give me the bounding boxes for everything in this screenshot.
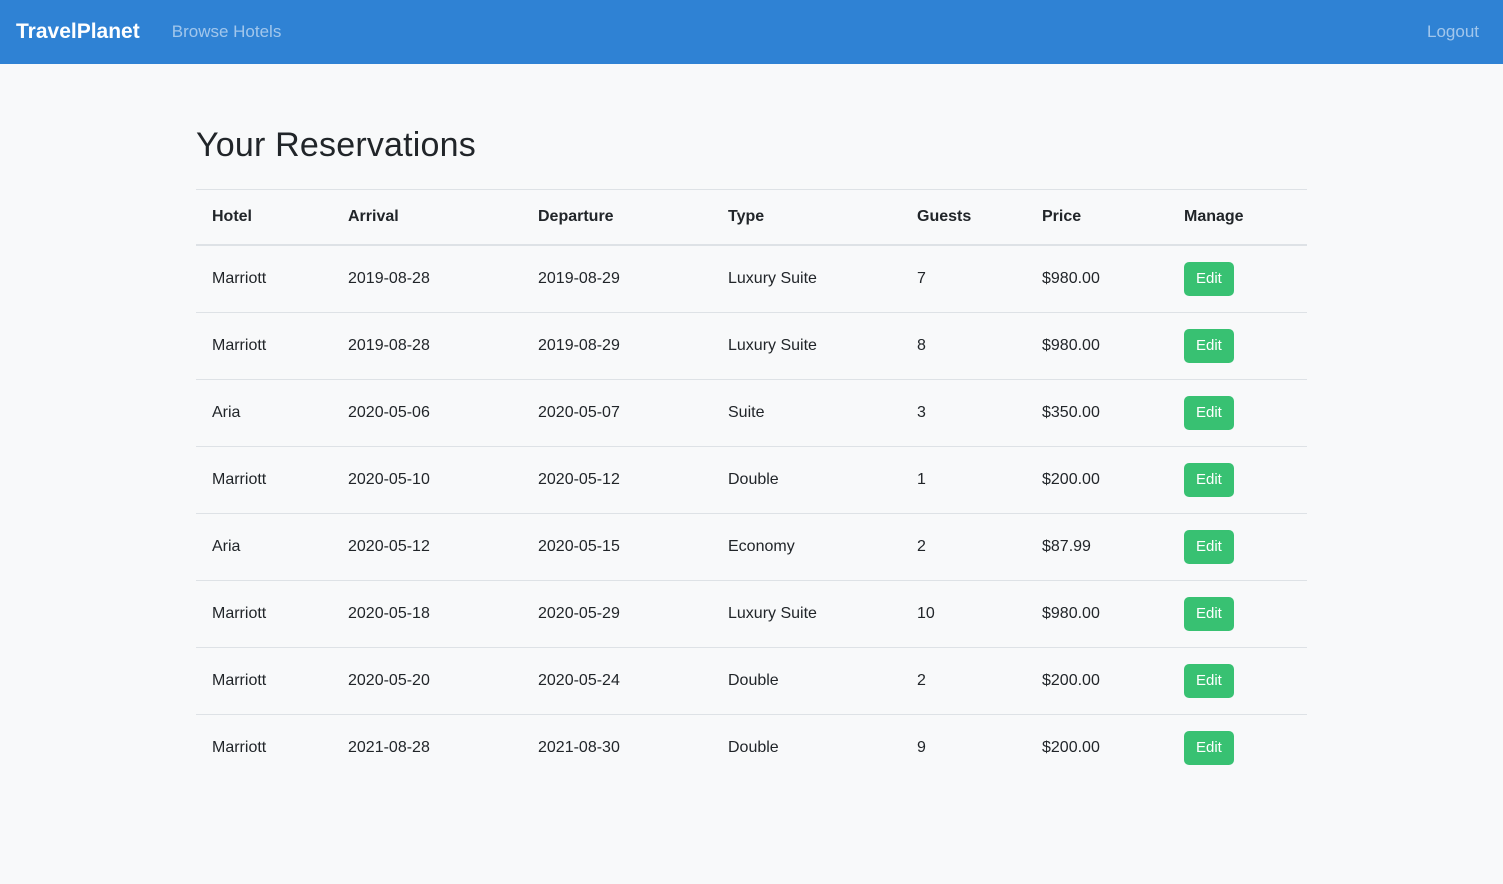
table-row: Marriott2019-08-282019-08-29Luxury Suite… <box>196 313 1307 380</box>
cell-hotel: Marriott <box>196 447 332 514</box>
table-row: Marriott2020-05-202020-05-24Double2$200.… <box>196 648 1307 715</box>
edit-button[interactable]: Edit <box>1184 664 1234 698</box>
cell-departure: 2020-05-29 <box>522 581 712 648</box>
edit-button[interactable]: Edit <box>1184 463 1234 497</box>
cell-hotel: Aria <box>196 514 332 581</box>
cell-guests: 3 <box>901 380 1026 447</box>
cell-guests: 8 <box>901 313 1026 380</box>
table-row: Marriott2021-08-282021-08-30Double9$200.… <box>196 715 1307 782</box>
table-row: Aria2020-05-062020-05-07Suite3$350.00 Edi… <box>196 380 1307 447</box>
cell-price: $200.00 <box>1026 648 1168 715</box>
cell-departure: 2019-08-29 <box>522 313 712 380</box>
cell-manage: Edit <box>1168 581 1307 648</box>
cell-arrival: 2020-05-18 <box>332 581 522 648</box>
edit-button[interactable]: Edit <box>1184 396 1234 430</box>
cell-price: $200.00 <box>1026 447 1168 514</box>
cell-manage: Edit <box>1168 447 1307 514</box>
table-header-row: Hotel Arrival Departure Type Guests Pric… <box>196 190 1307 246</box>
cell-manage: Edit <box>1168 648 1307 715</box>
cell-arrival: 2020-05-06 <box>332 380 522 447</box>
cell-hotel: Marriott <box>196 648 332 715</box>
cell-departure: 2020-05-12 <box>522 447 712 514</box>
cell-type: Double <box>712 715 901 782</box>
cell-departure: 2020-05-15 <box>522 514 712 581</box>
cell-type: Double <box>712 447 901 514</box>
cell-type: Double <box>712 648 901 715</box>
cell-hotel: Marriott <box>196 581 332 648</box>
cell-type: Economy <box>712 514 901 581</box>
cell-manage: Edit <box>1168 313 1307 380</box>
cell-price: $87.99 <box>1026 514 1168 581</box>
column-header-manage: Manage <box>1168 190 1307 246</box>
cell-price: $980.00 <box>1026 313 1168 380</box>
edit-button[interactable]: Edit <box>1184 597 1234 631</box>
column-header-price: Price <box>1026 190 1168 246</box>
table-row: Aria2020-05-122020-05-15Economy2$87.99 Ed… <box>196 514 1307 581</box>
cell-guests: 7 <box>901 245 1026 313</box>
cell-guests: 1 <box>901 447 1026 514</box>
cell-type: Luxury Suite <box>712 245 901 313</box>
cell-hotel: Marriott <box>196 715 332 782</box>
cell-departure: 2021-08-30 <box>522 715 712 782</box>
cell-guests: 10 <box>901 581 1026 648</box>
edit-button[interactable]: Edit <box>1184 530 1234 564</box>
cell-departure: 2020-05-24 <box>522 648 712 715</box>
table-header: Hotel Arrival Departure Type Guests Pric… <box>196 190 1307 246</box>
navbar-links-left: Browse Hotels <box>164 22 290 42</box>
navbar: TravelPlanet Browse Hotels Logout <box>0 0 1503 64</box>
reservations-body: Marriott2019-08-282019-08-29Luxury Suite… <box>196 245 1307 781</box>
cell-guests: 9 <box>901 715 1026 782</box>
cell-type: Luxury Suite <box>712 581 901 648</box>
cell-hotel: Marriott <box>196 245 332 313</box>
cell-type: Suite <box>712 380 901 447</box>
edit-button[interactable]: Edit <box>1184 262 1234 296</box>
cell-departure: 2020-05-07 <box>522 380 712 447</box>
column-header-type: Type <box>712 190 901 246</box>
cell-guests: 2 <box>901 514 1026 581</box>
cell-arrival: 2020-05-20 <box>332 648 522 715</box>
edit-button[interactable]: Edit <box>1184 731 1234 765</box>
cell-manage: Edit <box>1168 380 1307 447</box>
cell-manage: Edit <box>1168 245 1307 313</box>
cell-manage: Edit <box>1168 715 1307 782</box>
cell-arrival: 2021-08-28 <box>332 715 522 782</box>
cell-price: $200.00 <box>1026 715 1168 782</box>
cell-arrival: 2020-05-12 <box>332 514 522 581</box>
cell-arrival: 2019-08-28 <box>332 245 522 313</box>
column-header-hotel: Hotel <box>196 190 332 246</box>
page-title: Your Reservations <box>196 126 1307 165</box>
table-row: Marriott2019-08-282019-08-29Luxury Suite… <box>196 245 1307 313</box>
nav-link-logout[interactable]: Logout <box>1419 22 1487 42</box>
cell-type: Luxury Suite <box>712 313 901 380</box>
cell-arrival: 2020-05-10 <box>332 447 522 514</box>
cell-guests: 2 <box>901 648 1026 715</box>
cell-departure: 2019-08-29 <box>522 245 712 313</box>
main-content: Your Reservations Hotel Arrival Departur… <box>196 64 1307 781</box>
cell-hotel: Aria <box>196 380 332 447</box>
table-row: Marriott2020-05-182020-05-29Luxury Suite… <box>196 581 1307 648</box>
cell-price: $980.00 <box>1026 245 1168 313</box>
cell-price: $350.00 <box>1026 380 1168 447</box>
reservations-table: Hotel Arrival Departure Type Guests Pric… <box>196 189 1307 781</box>
column-header-guests: Guests <box>901 190 1026 246</box>
cell-price: $980.00 <box>1026 581 1168 648</box>
column-header-arrival: Arrival <box>332 190 522 246</box>
cell-manage: Edit <box>1168 514 1307 581</box>
cell-arrival: 2019-08-28 <box>332 313 522 380</box>
nav-link-browse-hotels[interactable]: Browse Hotels <box>164 22 290 42</box>
edit-button[interactable]: Edit <box>1184 329 1234 363</box>
table-row: Marriott2020-05-102020-05-12Double1$200.… <box>196 447 1307 514</box>
navbar-brand[interactable]: TravelPlanet <box>16 20 140 44</box>
cell-hotel: Marriott <box>196 313 332 380</box>
column-header-departure: Departure <box>522 190 712 246</box>
